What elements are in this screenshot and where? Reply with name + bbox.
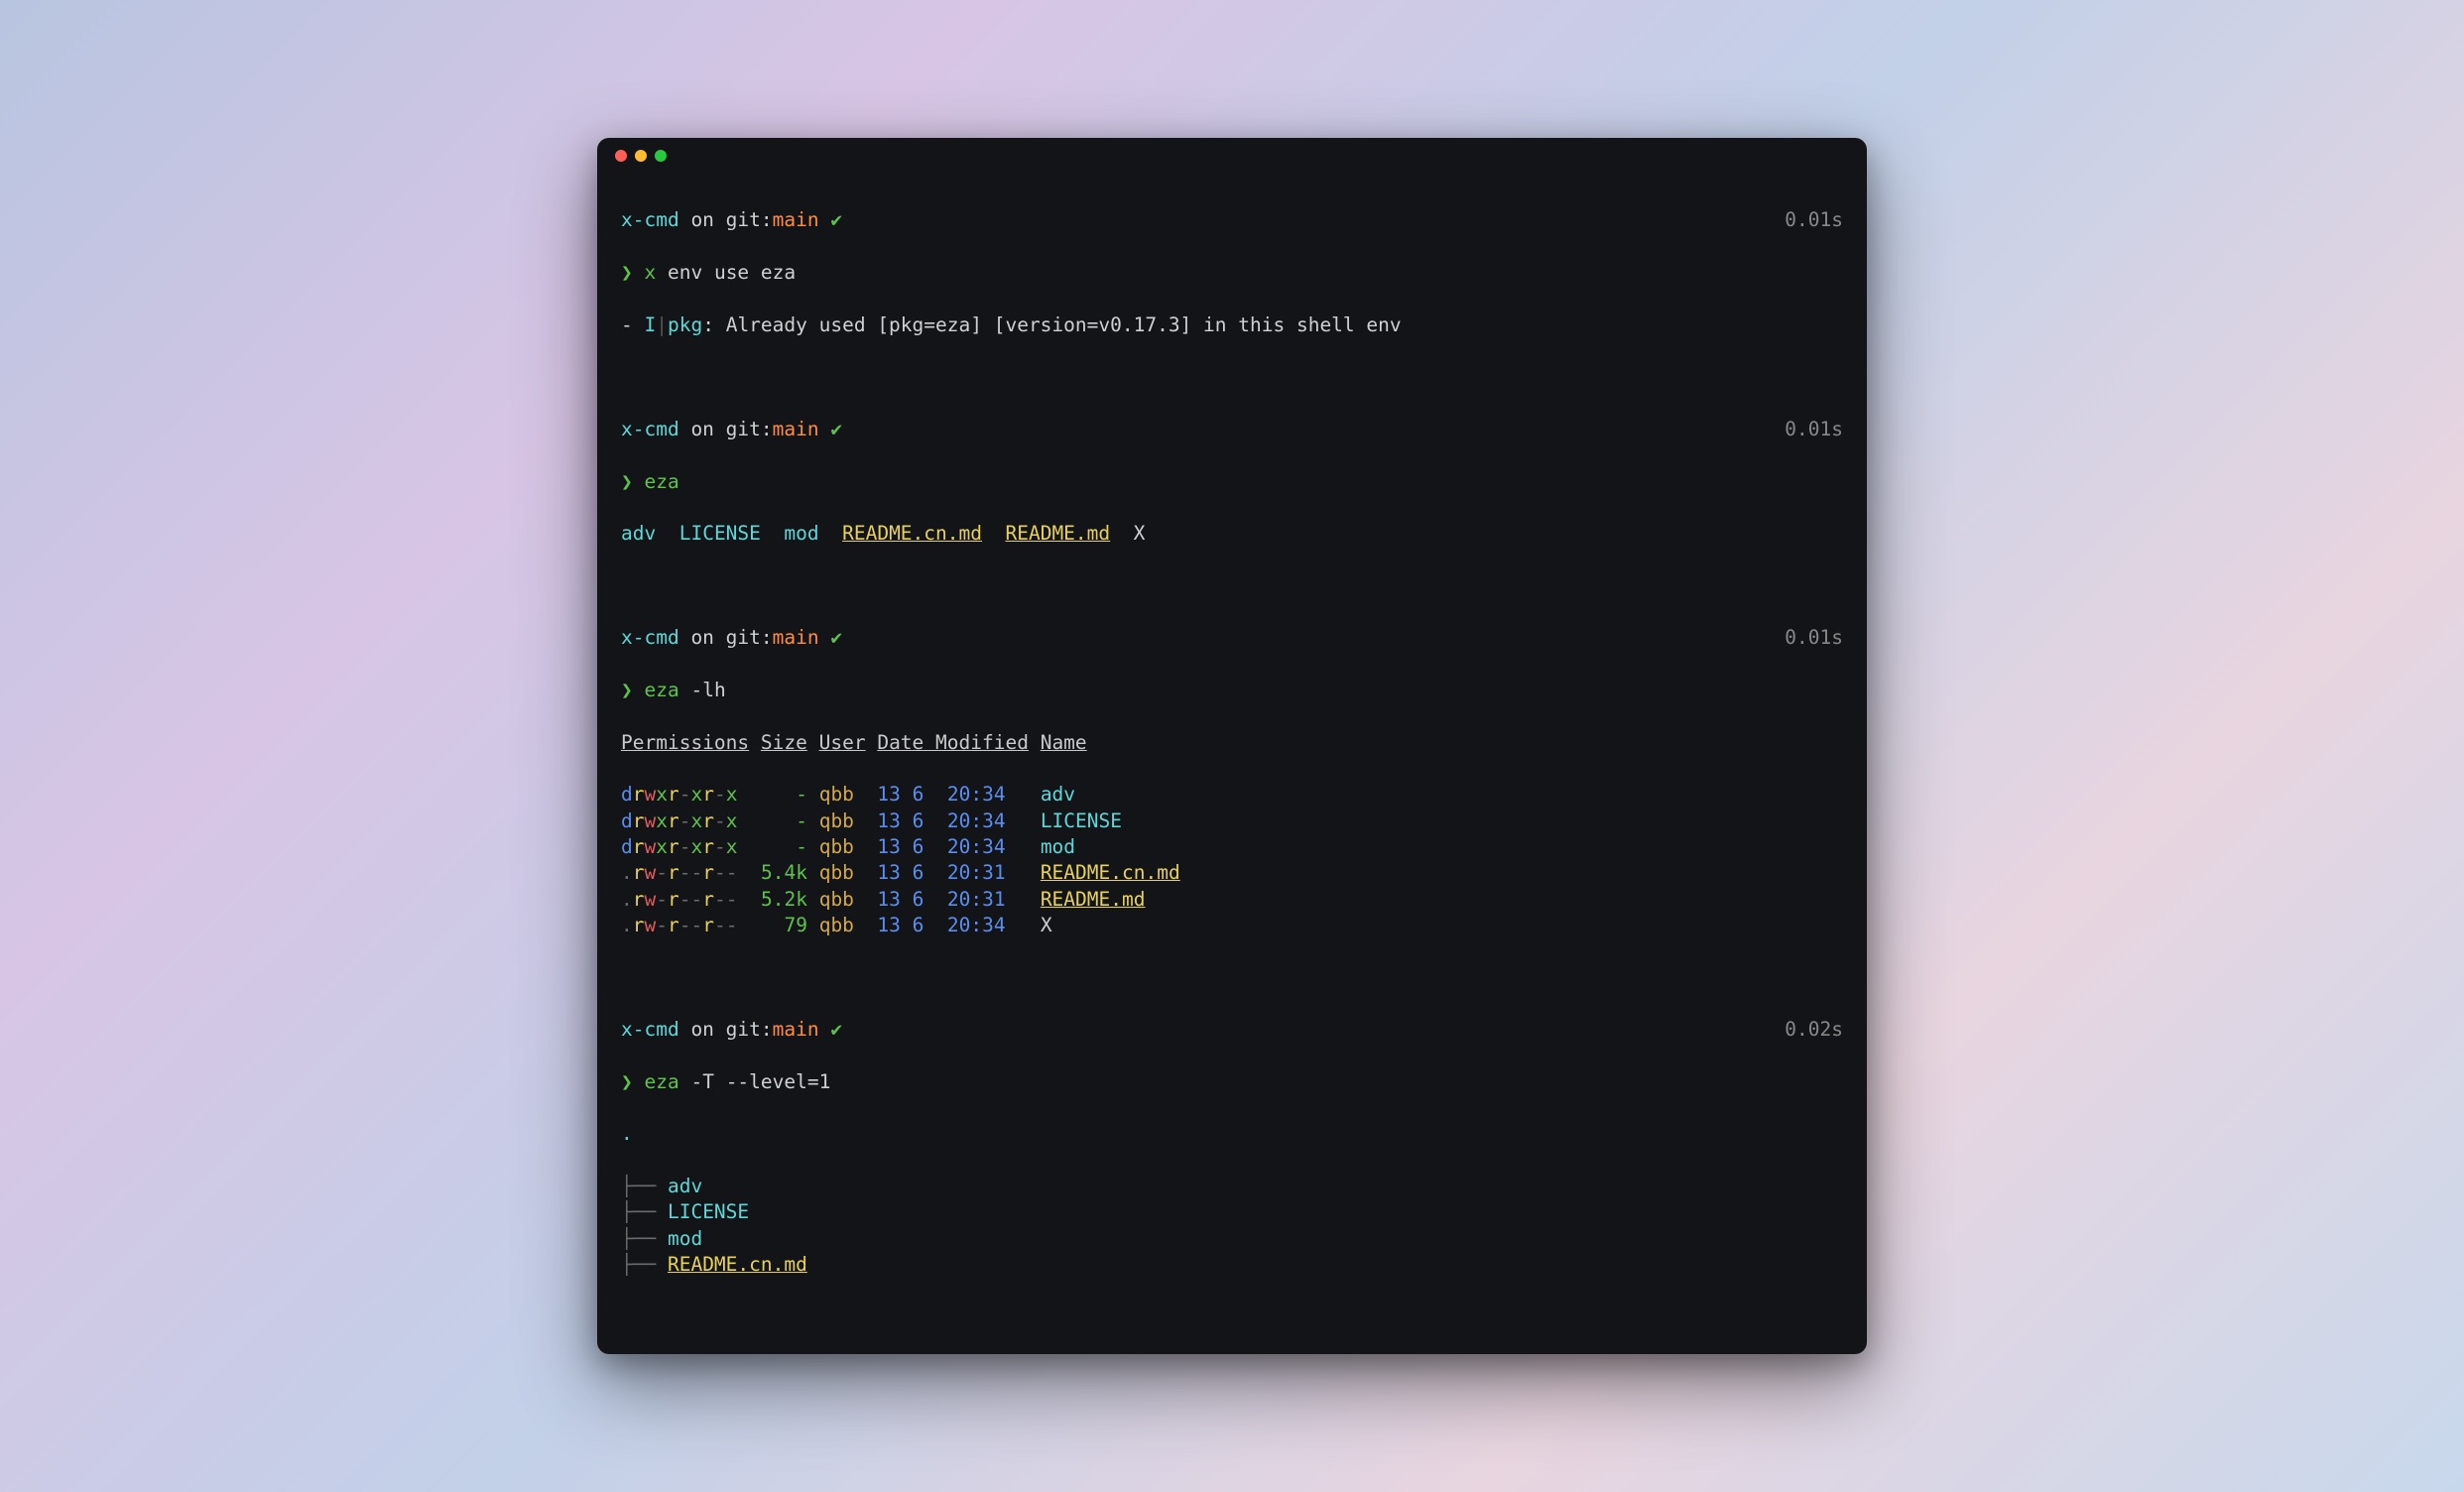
prompt-line: x-cmd on git:main ✔ [621, 625, 1785, 651]
close-icon[interactable] [615, 150, 627, 162]
table-row: drwxr-xr-x - qbb 13 6 20:34 adv [621, 782, 1843, 808]
timing: 0.01s [1785, 207, 1843, 233]
terminal-output[interactable]: x-cmd on git:main ✔0.01s ❯ x env use eza… [597, 174, 1867, 1354]
table-row: drwxr-xr-x - qbb 13 6 20:34 LICENSE [621, 808, 1843, 834]
terminal-window: x-cmd on git:main ✔0.01s ❯ x env use eza… [597, 138, 1867, 1354]
maximize-icon[interactable] [655, 150, 667, 162]
tree-item: ├── mod [621, 1226, 1843, 1252]
tree-root: . [621, 1121, 1843, 1147]
command-line: ❯ eza -lh [621, 678, 1843, 703]
window-titlebar [597, 138, 1867, 174]
command-line: ❯ eza [621, 469, 1843, 495]
eza-output: adv LICENSE mod README.cn.md README.md X [621, 521, 1843, 547]
table-row: .rw-r--r-- 5.4k qbb 13 6 20:31 README.cn… [621, 860, 1843, 886]
tree-item: ├── LICENSE [621, 1199, 1843, 1225]
command-line: ❯ x env use eza [621, 260, 1843, 286]
table-row: drwxr-xr-x - qbb 13 6 20:34 mod [621, 834, 1843, 860]
tree-item: ├── adv [621, 1174, 1843, 1199]
minimize-icon[interactable] [635, 150, 647, 162]
prompt-line: x-cmd on git:main ✔ [621, 1017, 1785, 1043]
command-line: ❯ eza -T --level=1 [621, 1069, 1843, 1095]
timing: 0.01s [1785, 417, 1843, 442]
timing: 0.01s [1785, 625, 1843, 651]
timing: 0.02s [1785, 1017, 1843, 1043]
prompt-line: x-cmd on git:main ✔ [621, 417, 1785, 442]
tree-item: ├── README.cn.md [621, 1252, 1843, 1278]
table-header: Permissions Size User Date Modified Name [621, 730, 1843, 756]
output-line: - I|pkg: Already used [pkg=eza] [version… [621, 312, 1843, 338]
table-row: .rw-r--r-- 5.2k qbb 13 6 20:31 README.md [621, 887, 1843, 913]
table-row: .rw-r--r-- 79 qbb 13 6 20:34 X [621, 913, 1843, 938]
prompt-line: x-cmd on git:main ✔ [621, 207, 1785, 233]
